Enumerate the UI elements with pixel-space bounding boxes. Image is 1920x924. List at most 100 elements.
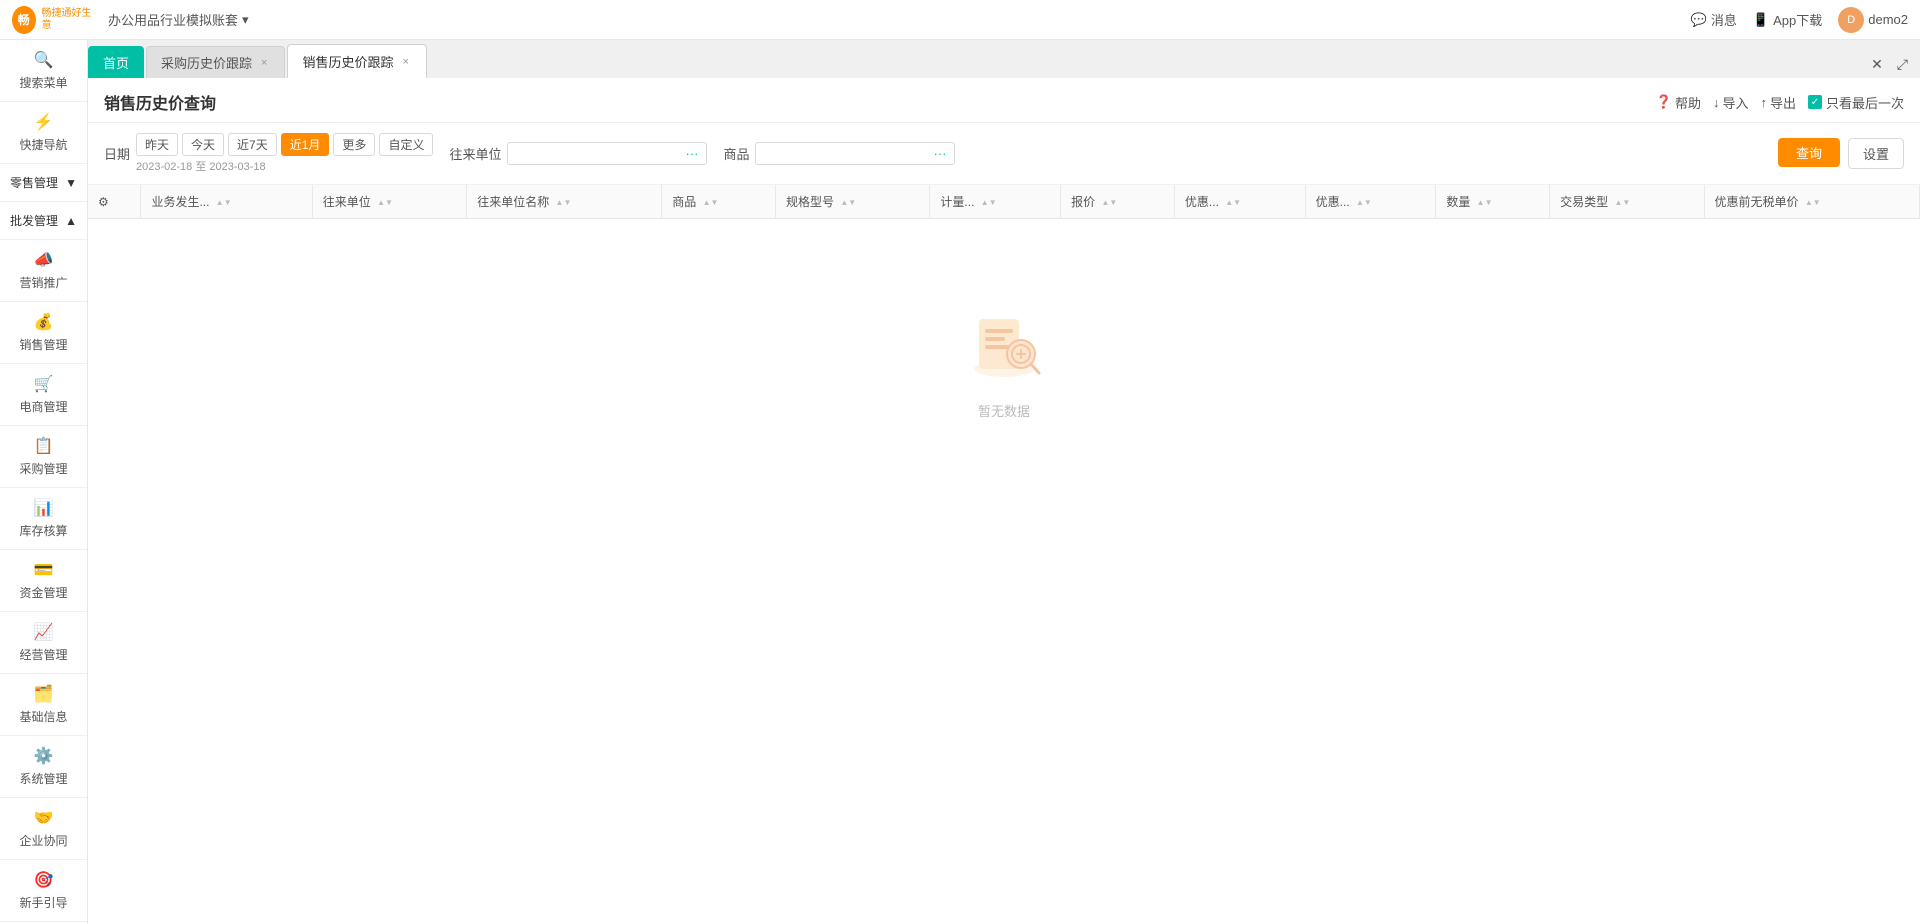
logo-text: 畅捷通好生意 bbox=[42, 8, 92, 32]
top-bar: 畅 畅捷通好生意 办公用品行业模拟账套 ▾ 💬 消息 📱 App下载 D dem… bbox=[0, 0, 1920, 40]
date-filter-label: 日期 bbox=[104, 144, 130, 163]
col-quote[interactable]: 报价 ▲▼ bbox=[1061, 185, 1175, 219]
sidebar-item-search-menu[interactable]: 🔍 搜索菜单 bbox=[0, 40, 87, 102]
data-table: ⚙ 业务发生... ▲▼ 往来单位 ▲▼ 往来单位名称 bbox=[88, 185, 1920, 219]
sidebar-label-enterprise: 企业协同 bbox=[19, 832, 67, 849]
partner-input[interactable]: ··· bbox=[507, 142, 707, 165]
date-btn-last7days[interactable]: 近7天 bbox=[228, 133, 277, 156]
sort-arrows-quote[interactable]: ▲▼ bbox=[1101, 199, 1117, 207]
date-btn-last1month[interactable]: 近1月 bbox=[281, 133, 330, 156]
sidebar-item-ecommerce[interactable]: 🛒 电商管理 bbox=[0, 364, 87, 426]
tab-bar-actions: ✕ ⤢ bbox=[1867, 54, 1920, 78]
col-spec-label: 规格型号 bbox=[786, 195, 834, 209]
sort-arrows-pretax-price[interactable]: ▲▼ bbox=[1805, 199, 1821, 207]
date-btn-custom[interactable]: 自定义 bbox=[379, 133, 433, 156]
col-unit[interactable]: 计量... ▲▼ bbox=[930, 185, 1061, 219]
gear-icon[interactable]: ⚙ bbox=[98, 195, 109, 209]
sort-arrows-discount1[interactable]: ▲▼ bbox=[1225, 199, 1241, 207]
page-title: 销售历史价查询 bbox=[104, 90, 216, 114]
col-quote-label: 报价 bbox=[1071, 195, 1095, 209]
date-btn-more[interactable]: 更多 bbox=[333, 133, 375, 156]
sidebar-item-purchase[interactable]: 📋 采购管理 bbox=[0, 426, 87, 488]
query-button[interactable]: 查询 bbox=[1778, 138, 1840, 167]
col-discount2[interactable]: 优惠... ▲▼ bbox=[1305, 185, 1436, 219]
col-partner-code[interactable]: 往来单位 ▲▼ bbox=[312, 185, 466, 219]
col-pretax-price[interactable]: 优惠前无税单价 ▲▼ bbox=[1704, 185, 1920, 219]
sort-arrows-trade-type[interactable]: ▲▼ bbox=[1614, 199, 1630, 207]
last-once-checkbox[interactable]: ✓ 只看最后一次 bbox=[1808, 93, 1904, 112]
tab-sales-history-close[interactable]: × bbox=[399, 55, 411, 69]
sort-arrows-unit[interactable]: ▲▼ bbox=[981, 199, 997, 207]
sidebar-label-basics: 基础信息 bbox=[19, 708, 67, 725]
table-header-row: ⚙ 业务发生... ▲▼ 往来单位 ▲▼ 往来单位名称 bbox=[88, 185, 1920, 219]
tab-sales-history[interactable]: 销售历史价跟踪 × bbox=[287, 44, 426, 78]
app-selector[interactable]: 办公用品行业模拟账套 ▾ bbox=[100, 6, 257, 33]
app-download-btn[interactable]: 📱 App下载 bbox=[1753, 10, 1822, 29]
sidebar-item-marketing[interactable]: 📣 营销推广 bbox=[0, 240, 87, 302]
tab-close-all-btn[interactable]: ✕ bbox=[1867, 54, 1887, 75]
sidebar-item-inventory[interactable]: 📊 库存核算 bbox=[0, 488, 87, 550]
sidebar-label-quick-nav: 快捷导航 bbox=[19, 136, 67, 153]
page-header-actions: ❓ 帮助 ↓ 导入 ↑ 导出 ✓ 只看最后一次 bbox=[1656, 93, 1904, 112]
sidebar-item-basics[interactable]: 🗂️ 基础信息 bbox=[0, 674, 87, 736]
tab-maximize-btn[interactable]: ⤢ bbox=[1893, 54, 1912, 75]
date-buttons: 昨天 今天 近7天 近1月 更多 自定义 bbox=[136, 133, 433, 156]
settings-button[interactable]: 设置 bbox=[1848, 138, 1904, 169]
col-trade-type-label: 交易类型 bbox=[1560, 195, 1608, 209]
user-name-label: demo2 bbox=[1868, 12, 1908, 27]
sidebar-item-operations[interactable]: 📈 经营管理 bbox=[0, 612, 87, 674]
sidebar-label-marketing: 营销推广 bbox=[19, 274, 67, 291]
top-bar-right: 💬 消息 📱 App下载 D demo2 bbox=[1691, 7, 1908, 33]
col-discount1[interactable]: 优惠... ▲▼ bbox=[1174, 185, 1305, 219]
app-name-label: 办公用品行业模拟账套 bbox=[108, 10, 238, 29]
sidebar-item-sales-mgmt[interactable]: 💰 销售管理 bbox=[0, 302, 87, 364]
sort-arrows-biz-date[interactable]: ▲▼ bbox=[216, 199, 232, 207]
sort-arrows-spec[interactable]: ▲▼ bbox=[840, 199, 856, 207]
sidebar-item-retail-mgmt[interactable]: 零售管理 ▼ bbox=[0, 164, 87, 202]
sidebar-label-purchase: 采购管理 bbox=[19, 460, 67, 477]
sidebar-item-finance[interactable]: 💳 资金管理 bbox=[0, 550, 87, 612]
export-btn[interactable]: ↑ 导出 bbox=[1760, 93, 1796, 112]
product-input[interactable]: ··· bbox=[755, 142, 955, 165]
sidebar-item-enterprise[interactable]: 🤝 企业协同 bbox=[0, 798, 87, 860]
sidebar-item-wholesale-mgmt[interactable]: 批发管理 ▲ bbox=[0, 202, 87, 240]
user-avatar-area[interactable]: D demo2 bbox=[1838, 7, 1908, 33]
col-product[interactable]: 商品 ▲▼ bbox=[662, 185, 776, 219]
sort-arrows-product[interactable]: ▲▼ bbox=[703, 199, 719, 207]
col-biz-date[interactable]: 业务发生... ▲▼ bbox=[141, 185, 312, 219]
date-btn-today[interactable]: 今天 bbox=[182, 133, 224, 156]
sidebar-item-system[interactable]: ⚙️ 系统管理 bbox=[0, 736, 87, 798]
filter-bar: 日期 昨天 今天 近7天 近1月 更多 自定义 2023-02-18 至 202… bbox=[88, 123, 1920, 185]
enterprise-icon: 🤝 bbox=[34, 808, 54, 828]
guide-icon: 🎯 bbox=[34, 870, 54, 890]
help-btn[interactable]: ❓ 帮助 bbox=[1656, 93, 1701, 112]
col-partner-name-label: 往来单位名称 bbox=[477, 195, 549, 209]
sidebar-label-finance: 资金管理 bbox=[19, 584, 67, 601]
col-discount1-label: 优惠... bbox=[1185, 195, 1219, 209]
sort-arrows-partner-code[interactable]: ▲▼ bbox=[377, 199, 393, 207]
basics-icon: 🗂️ bbox=[34, 684, 54, 704]
import-btn[interactable]: ↓ 导入 bbox=[1713, 93, 1749, 112]
tab-purchase-history[interactable]: 采购历史价跟踪 × bbox=[146, 46, 285, 78]
top-bar-left: 畅 畅捷通好生意 办公用品行业模拟账套 ▾ bbox=[12, 6, 257, 34]
sidebar-item-quick-nav[interactable]: ⚡ 快捷导航 bbox=[0, 102, 87, 164]
col-partner-name[interactable]: 往来单位名称 ▲▼ bbox=[467, 185, 662, 219]
col-qty[interactable]: 数量 ▲▼ bbox=[1436, 185, 1550, 219]
message-btn[interactable]: 💬 消息 bbox=[1691, 10, 1737, 29]
col-spec[interactable]: 规格型号 ▲▼ bbox=[776, 185, 930, 219]
date-btn-yesterday[interactable]: 昨天 bbox=[136, 133, 178, 156]
sort-arrows-partner-name[interactable]: ▲▼ bbox=[556, 199, 572, 207]
sort-arrows-qty[interactable]: ▲▼ bbox=[1477, 199, 1493, 207]
product-filter-group: 商品 ··· bbox=[723, 142, 955, 165]
sort-arrows-discount2[interactable]: ▲▼ bbox=[1356, 199, 1372, 207]
col-trade-type[interactable]: 交易类型 ▲▼ bbox=[1550, 185, 1704, 219]
col-product-label: 商品 bbox=[672, 195, 696, 209]
sidebar-item-guide[interactable]: 🎯 新手引导 bbox=[0, 860, 87, 922]
tab-home[interactable]: 首页 bbox=[88, 46, 144, 78]
col-biz-date-label: 业务发生... bbox=[151, 195, 209, 209]
finance-icon: 💳 bbox=[34, 560, 54, 580]
filter-actions: 查询 设置 bbox=[1778, 138, 1904, 169]
col-gear[interactable]: ⚙ bbox=[88, 185, 141, 219]
operations-icon: 📈 bbox=[34, 622, 54, 642]
tab-purchase-history-close[interactable]: × bbox=[258, 56, 270, 70]
